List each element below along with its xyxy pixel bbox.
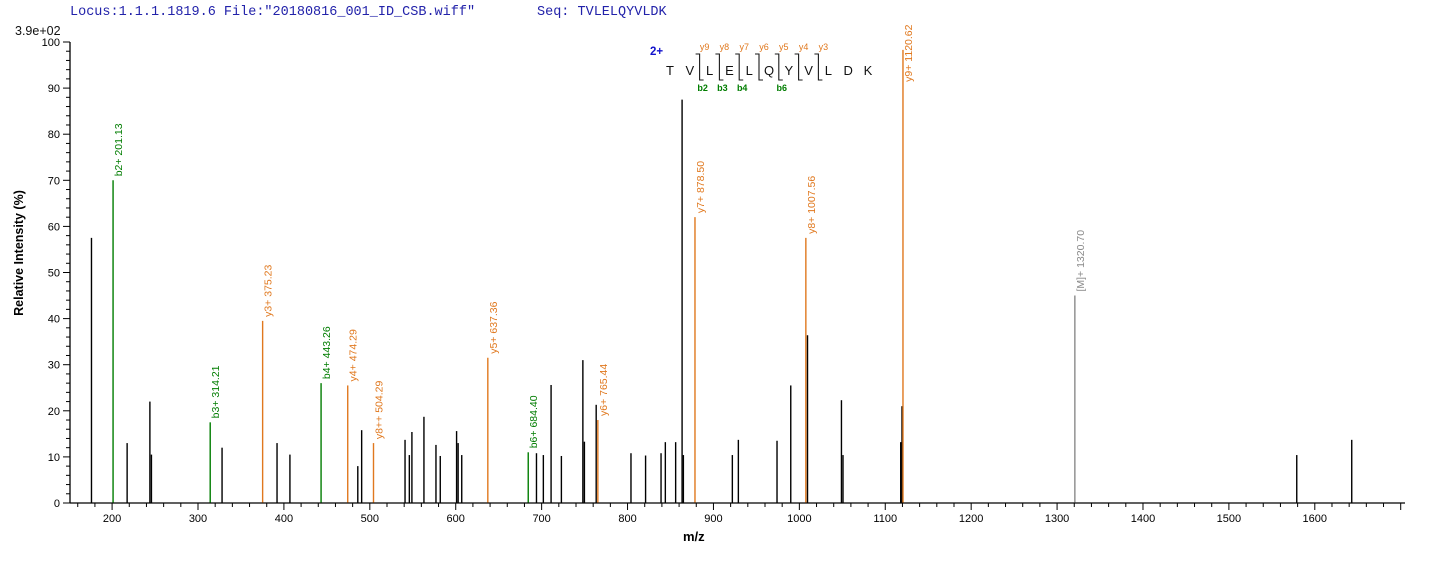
fragment-mark-y7: [735, 54, 743, 80]
y-axis-ticks: [63, 42, 70, 503]
svg-text:300: 300: [189, 513, 207, 525]
peak-label-y8++ 504.29: y8++ 504.29: [374, 381, 386, 440]
fragment-mark-y3: [814, 54, 822, 80]
svg-text:80: 80: [48, 129, 60, 141]
residue-2: V: [685, 63, 694, 78]
svg-text:1500: 1500: [1217, 513, 1241, 525]
peak-label-b2+ 201.13: b2+ 201.13: [113, 123, 125, 176]
peak-labels: b2+ 201.13 b3+ 314.21 y3+ 375.23 b4+ 443.26…: [113, 24, 1087, 448]
peak-label-y8+ 1007.56: y8+ 1007.56: [806, 176, 818, 234]
svg-text:70: 70: [48, 175, 60, 187]
svg-text:500: 500: [361, 513, 379, 525]
y-ion-label-y6: y6: [759, 42, 769, 52]
peak-label-b6+ 684.40: b6+ 684.40: [528, 395, 540, 448]
fragment-mark-y6: [755, 54, 763, 80]
svg-text:1200: 1200: [959, 513, 983, 525]
svg-text:20: 20: [48, 406, 60, 418]
y-ion-label-y4: y4: [799, 42, 809, 52]
residue-9: L: [825, 63, 832, 78]
y-ion-label-y7: y7: [739, 42, 749, 52]
residue-4: E: [725, 63, 734, 78]
fragment-mark-y4: [795, 54, 803, 80]
peak-label-y4+ 474.29: y4+ 474.29: [348, 329, 360, 381]
svg-text:100: 100: [42, 37, 60, 49]
svg-text:50: 50: [48, 268, 60, 280]
residue-5: L: [746, 63, 753, 78]
b-ion-label-b3: b3: [717, 83, 728, 93]
peak-label-y6+ 765.44: y6+ 765.44: [598, 364, 610, 416]
peak-label-b3+ 314.21: b3+ 314.21: [210, 365, 222, 418]
svg-text:1100: 1100: [873, 513, 897, 525]
peak-label-[M]+ 1320.70: [M]+ 1320.70: [1075, 230, 1087, 292]
spectrum-plot: 0 10 20 30 40 50 60 70 80 90 100 200 300 400 500 600 700…: [0, 0, 1436, 562]
y-axis-tick-labels: 0 10 20 30 40 50 60 70 80 90 100: [42, 37, 60, 510]
b-ion-label-b4: b4: [737, 83, 748, 93]
y-ion-label-y8: y8: [720, 42, 730, 52]
fragment-mark-y5: [775, 54, 783, 80]
b-ion-label-b6: b6: [777, 83, 788, 93]
peak-label-b4+ 443.26: b4+ 443.26: [321, 326, 333, 379]
peak-label-y7+ 878.50: y7+ 878.50: [695, 161, 707, 213]
svg-text:200: 200: [103, 513, 121, 525]
svg-text:1300: 1300: [1045, 513, 1069, 525]
spectrum-peaks: [91, 50, 1351, 503]
y-ion-label-y5: y5: [779, 42, 789, 52]
spectrum-window: Locus:1.1.1.1819.6 File:"20180816_001_ID…: [0, 0, 1436, 562]
y-axis-title: Relative Intensity (%): [12, 190, 26, 316]
x-axis-title: m/z: [683, 529, 705, 544]
svg-text:60: 60: [48, 221, 60, 233]
residue-3: L: [706, 63, 713, 78]
svg-text:10: 10: [48, 452, 60, 464]
svg-text:400: 400: [275, 513, 293, 525]
svg-text:900: 900: [704, 513, 722, 525]
residue-7: Y: [784, 63, 793, 78]
residue-11: K: [864, 63, 873, 78]
svg-text:600: 600: [447, 513, 465, 525]
svg-text:700: 700: [532, 513, 550, 525]
precursor-charge-label: 2+: [650, 46, 663, 58]
x-axis-tick-labels: 200 300 400 500 600 700 800 900 1000 1100 1200 1300…: [103, 513, 1327, 525]
svg-text:800: 800: [618, 513, 636, 525]
fragment-mark-y8: [715, 54, 723, 80]
svg-text:1600: 1600: [1303, 513, 1327, 525]
fragment-mark-y9: [696, 54, 704, 80]
svg-text:90: 90: [48, 83, 60, 95]
peak-label-y5+ 637.36: y5+ 637.36: [488, 301, 500, 353]
svg-text:1400: 1400: [1131, 513, 1155, 525]
residue-1: T: [666, 63, 674, 78]
residue-10: D: [844, 63, 853, 78]
b-ion-label-b2: b2: [697, 83, 708, 93]
y-ion-label-y3: y3: [819, 42, 829, 52]
svg-text:1000: 1000: [787, 513, 811, 525]
peptide-annotation: 2+TVLELQYVLDKy9b2y8b3y7b4y6y5b6y4y3: [650, 42, 873, 93]
svg-text:0: 0: [54, 498, 60, 510]
residue-6: Q: [764, 63, 774, 78]
peak-label-y9+ 1120.62: y9+ 1120.62: [903, 24, 915, 81]
peak-label-y3+ 375.23: y3+ 375.23: [263, 264, 275, 316]
x-axis-ticks: [78, 503, 1401, 510]
svg-text:30: 30: [48, 360, 60, 372]
residue-8: V: [804, 63, 813, 78]
y-ion-label-y9: y9: [700, 42, 710, 52]
svg-text:40: 40: [48, 314, 60, 326]
